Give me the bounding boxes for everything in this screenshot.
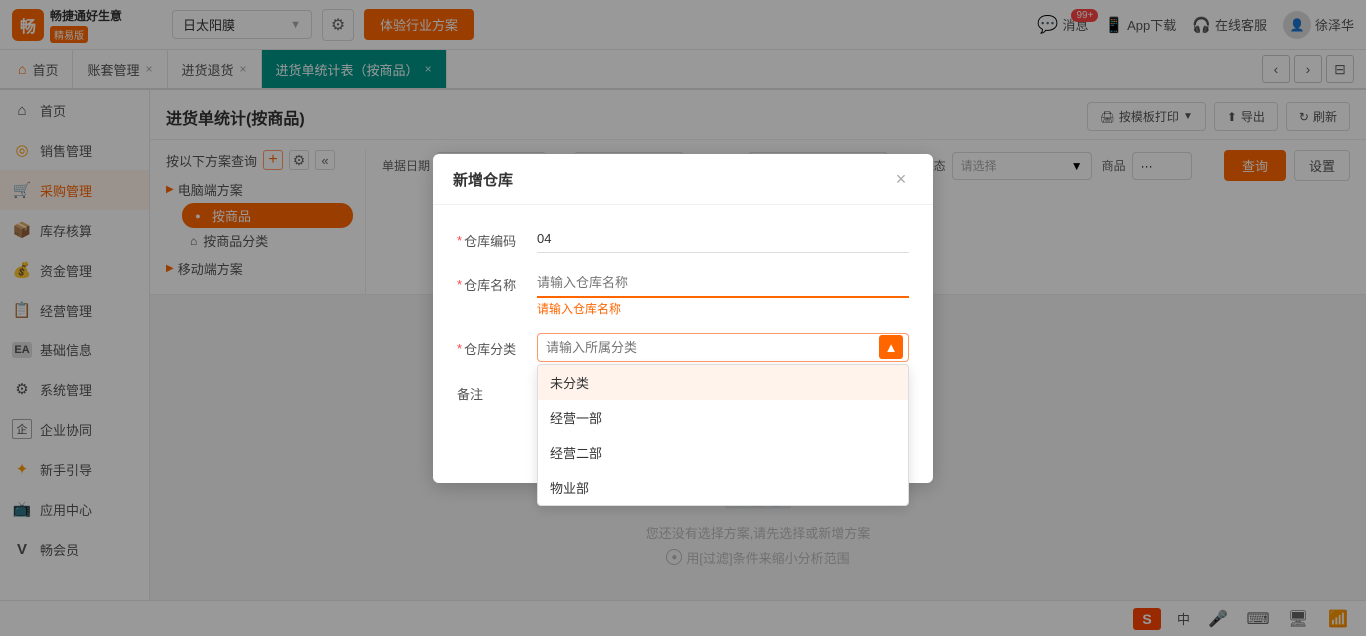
category-dropdown-toggle[interactable]: ▲ — [879, 335, 903, 359]
form-row-code: * 仓库编码 — [457, 225, 909, 253]
required-star-2: * — [457, 277, 462, 292]
form-row-name: * 仓库名称 请输入仓库名称 — [457, 269, 909, 317]
modal-header: 新增仓库 × — [433, 154, 933, 205]
category-label: * 仓库分类 — [457, 333, 537, 358]
note-label: 备注 — [457, 378, 537, 403]
name-error-msg: 请输入仓库名称 — [537, 300, 909, 317]
add-warehouse-modal: 新增仓库 × * 仓库编码 * 仓库名称 — [433, 154, 933, 483]
modal-overlay[interactable]: 新增仓库 × * 仓库编码 * 仓库名称 — [0, 0, 1366, 636]
code-control — [537, 225, 909, 253]
name-label: * 仓库名称 — [457, 269, 537, 294]
name-input[interactable] — [537, 269, 909, 298]
name-control: 请输入仓库名称 — [537, 269, 909, 317]
category-option-property[interactable]: 物业部 — [538, 470, 908, 505]
form-row-category: * 仓库分类 ▲ 未分类 经营一部 经营二部 物业部 — [457, 333, 909, 362]
category-input[interactable] — [537, 333, 909, 362]
category-option-ops1[interactable]: 经营一部 — [538, 400, 908, 435]
category-control: ▲ 未分类 经营一部 经营二部 物业部 — [537, 333, 909, 362]
category-select-wrap: ▲ — [537, 333, 909, 362]
category-dropdown-list: 未分类 经营一部 经营二部 物业部 — [537, 364, 909, 506]
category-option-none[interactable]: 未分类 — [538, 365, 908, 400]
category-option-ops2[interactable]: 经营二部 — [538, 435, 908, 470]
required-star: * — [457, 233, 462, 248]
code-input[interactable] — [537, 225, 909, 253]
code-label: * 仓库编码 — [457, 225, 537, 250]
required-star-3: * — [457, 341, 462, 356]
modal-title: 新增仓库 — [453, 169, 513, 190]
modal-body: * 仓库编码 * 仓库名称 请输入仓库名称 — [433, 205, 933, 424]
modal-close-button[interactable]: × — [889, 168, 913, 192]
